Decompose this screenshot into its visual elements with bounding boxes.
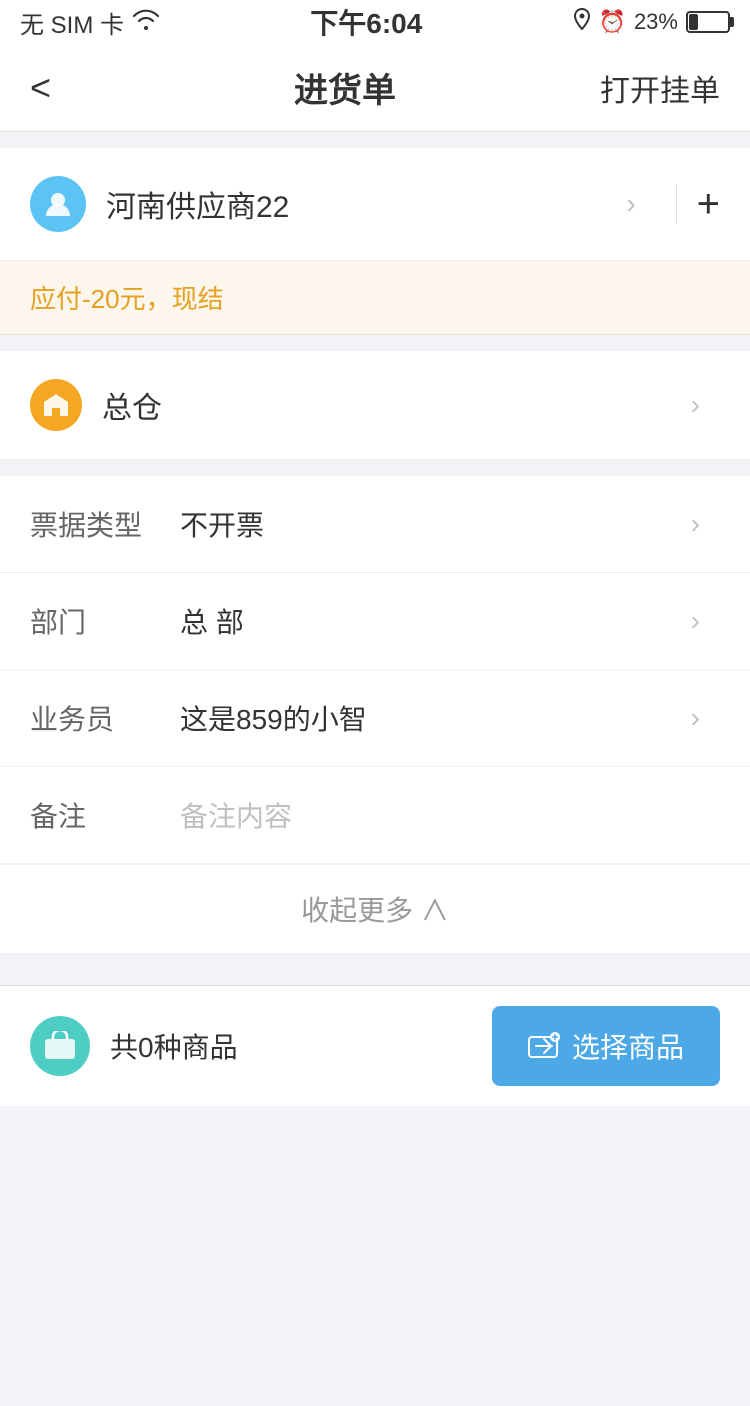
location-icon — [573, 8, 591, 36]
warehouse-row[interactable]: 总仓 › — [0, 351, 750, 460]
bottom-bar: 共0种商品 选择商品 — [0, 985, 750, 1106]
back-button[interactable]: < — [30, 67, 90, 109]
warehouse-icon — [30, 379, 82, 431]
status-left: 无 SIM 卡 — [20, 5, 160, 40]
collapse-button[interactable]: 收起更多 ∧ — [0, 864, 750, 953]
mid-divider-1 — [0, 335, 750, 351]
warehouse-name: 总仓 — [102, 383, 691, 427]
status-right: ⏰ 23% — [573, 8, 730, 36]
time-label: 下午6:04 — [310, 2, 422, 42]
mid-divider-2 — [0, 460, 750, 476]
top-divider — [0, 132, 750, 148]
salesperson-label: 业务员 — [30, 698, 150, 738]
alarm-icon: ⏰ — [599, 9, 626, 35]
warehouse-section: 总仓 › — [0, 351, 750, 460]
remark-label: 备注 — [30, 795, 150, 835]
add-supplier-button[interactable]: + — [697, 184, 720, 224]
supplier-row[interactable]: 河南供应商22 › + — [0, 148, 750, 261]
invoice-type-value: 不开票 — [150, 504, 691, 544]
salesperson-chevron-icon: › — [691, 702, 700, 734]
status-bar: 无 SIM 卡 下午6:04 ⏰ 23% — [0, 0, 750, 44]
product-icon — [30, 1016, 90, 1076]
remark-placeholder: 备注内容 — [150, 795, 720, 835]
notice-bar: 应付-20元，现结 — [0, 261, 750, 335]
wifi-icon — [132, 8, 160, 37]
supplier-avatar — [30, 176, 86, 232]
page-title: 进货单 — [294, 63, 396, 112]
invoice-chevron-icon: › — [691, 508, 700, 540]
carrier-label: 无 SIM 卡 — [20, 5, 124, 40]
battery-percent: 23% — [634, 9, 678, 35]
open-pending-button[interactable]: 打开挂单 — [600, 66, 720, 110]
content-background — [0, 1106, 750, 1406]
salesperson-row[interactable]: 业务员 这是859的小智 › — [0, 670, 750, 767]
warehouse-chevron-icon: › — [691, 389, 700, 421]
salesperson-value: 这是859的小智 — [150, 698, 691, 738]
department-value: 总 部 — [150, 601, 691, 641]
form-section: 票据类型 不开票 › 部门 总 部 › 业务员 这是859的小智 › 备注 备注… — [0, 476, 750, 953]
supplier-section: 河南供应商22 › + 应付-20元，现结 — [0, 148, 750, 335]
invoice-type-row[interactable]: 票据类型 不开票 › — [0, 476, 750, 573]
supplier-chevron-icon: › — [626, 188, 635, 220]
battery-icon — [686, 11, 730, 33]
department-row[interactable]: 部门 总 部 › — [0, 573, 750, 670]
nav-bar: < 进货单 打开挂单 — [0, 44, 750, 132]
department-label: 部门 — [30, 601, 150, 641]
select-product-label: 选择商品 — [572, 1026, 684, 1066]
product-count: 共0种商品 — [110, 1026, 492, 1066]
bottom-divider — [0, 953, 750, 969]
select-product-button[interactable]: 选择商品 — [492, 1006, 720, 1086]
invoice-type-label: 票据类型 — [30, 504, 150, 544]
vertical-divider — [676, 184, 677, 224]
notice-text: 应付-20元，现结 — [30, 284, 224, 314]
department-chevron-icon: › — [691, 605, 700, 637]
supplier-name: 河南供应商22 — [106, 182, 626, 226]
remark-row[interactable]: 备注 备注内容 — [0, 767, 750, 864]
